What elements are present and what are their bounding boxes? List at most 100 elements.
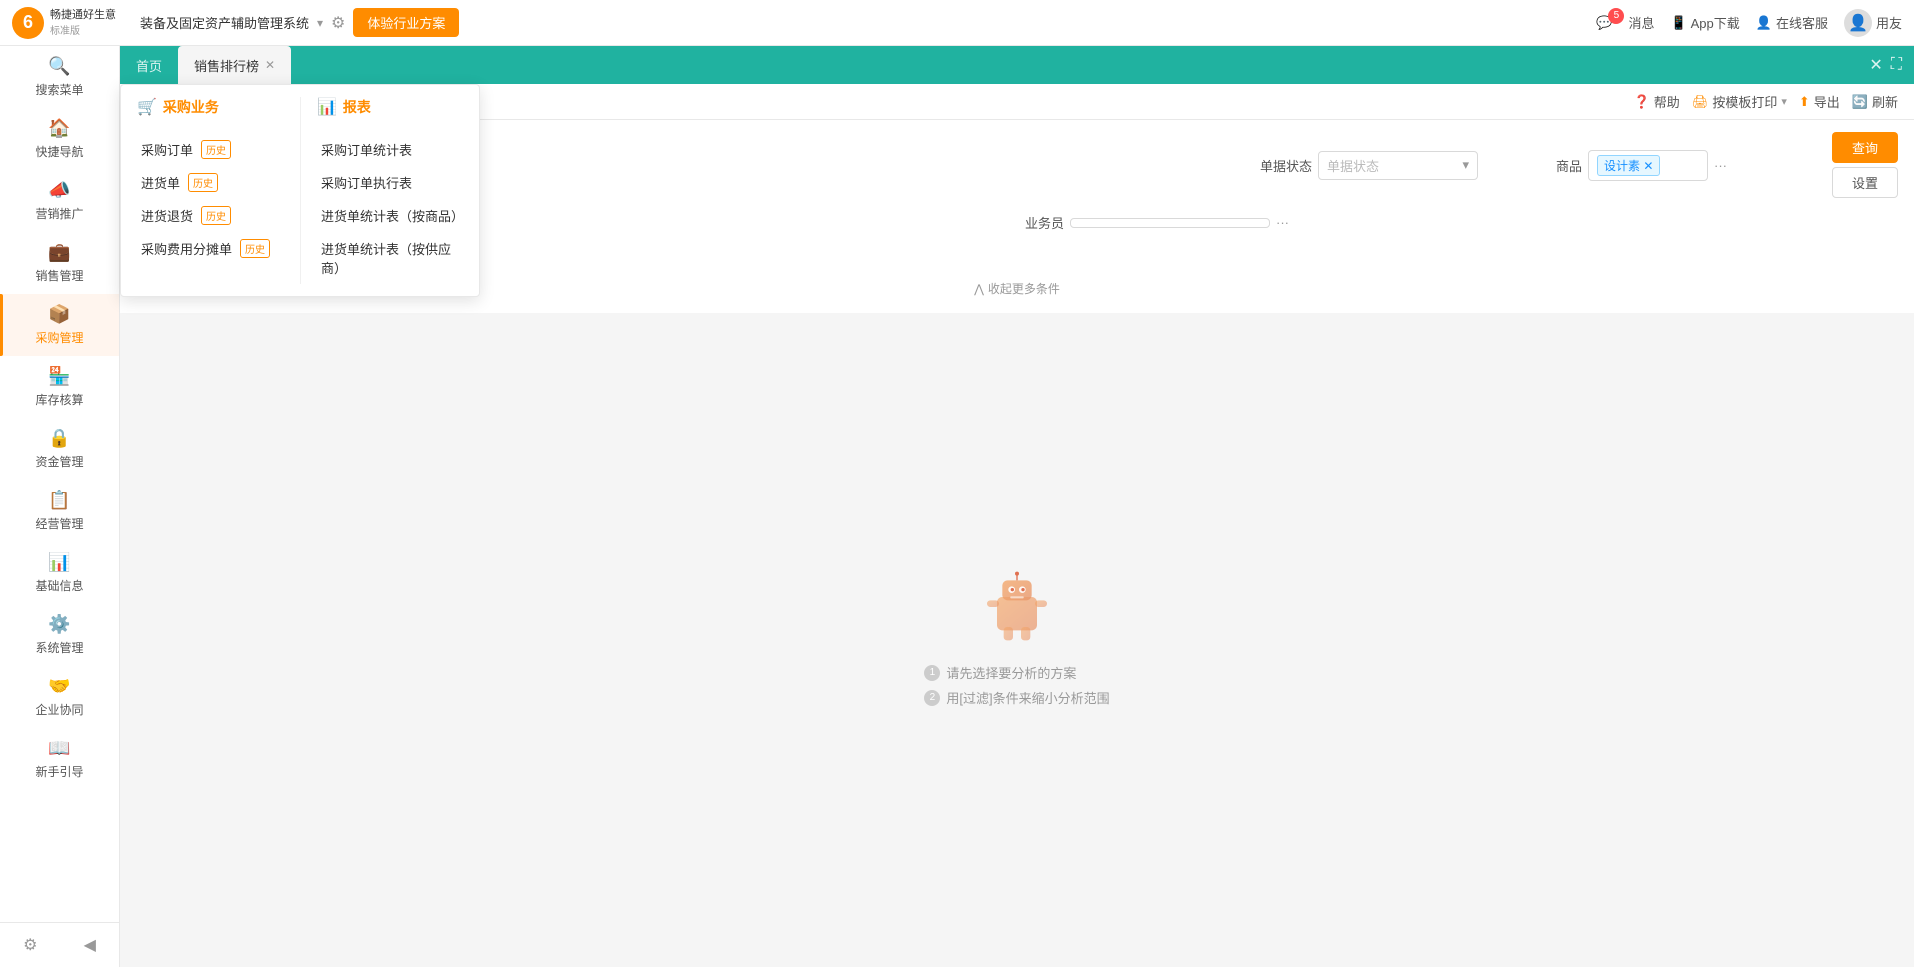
sidebar-item-inventory[interactable]: 🏪 库存核算: [0, 356, 119, 418]
header-right: 💬 5 消息 📱 App下载 👤 在线客服 👤 用友: [1596, 9, 1902, 37]
sidebar-item-basic[interactable]: 📊 基础信息: [0, 542, 119, 604]
sidebar-collapse-btn[interactable]: ◀: [76, 931, 104, 959]
purchase-expense-label: 采购费用分摊单: [141, 239, 232, 258]
sidebar-item-sales[interactable]: 💼 销售管理: [0, 232, 119, 294]
purchase-title-icon: 🛒: [137, 97, 157, 117]
empty-tip-2: 2 用[过滤]条件来缩小分析范围: [924, 688, 1109, 707]
app-download-btn[interactable]: 📱 App下载: [1670, 13, 1739, 32]
empty-illustration: [977, 567, 1057, 647]
tab-fullscreen-btn[interactable]: ⛶: [1891, 56, 1902, 74]
industry-button[interactable]: 体验行业方案: [353, 8, 459, 37]
menu-item-receipt-stats-goods[interactable]: 进货单统计表（按商品）: [317, 199, 463, 232]
tab-sales-rank[interactable]: 销售排行榜 ✕: [178, 46, 291, 84]
menu-item-order-exec[interactable]: 采购订单执行表: [317, 166, 463, 199]
search-icon: 🔍: [48, 56, 70, 77]
print-dropdown-icon[interactable]: ▾: [1781, 95, 1787, 108]
sidebar-item-enterprise[interactable]: 🤝 企业协同: [0, 666, 119, 728]
marketing-icon: 📣: [48, 180, 70, 201]
goods-select[interactable]: 设计素 ✕: [1588, 150, 1708, 181]
sidebar-label-enterprise: 企业协同: [35, 701, 83, 718]
user-btn[interactable]: 👤 用友: [1844, 9, 1902, 37]
home-icon: 🏠: [48, 118, 70, 139]
receipt-stats-goods-label: 进货单统计表（按商品）: [321, 206, 459, 225]
purchase-return-history-badge: 历史: [201, 206, 231, 225]
purchase-order-label: 采购订单: [141, 140, 193, 159]
help-label: 帮助: [1654, 92, 1680, 111]
logo-area: 6 畅捷通好生意 标准版: [12, 7, 132, 39]
goods-filter-group: 商品 设计素 ✕ ···: [1556, 150, 1816, 181]
sidebar-settings-btn[interactable]: ⚙: [15, 931, 45, 959]
print-btn[interactable]: 🖨 按模板打印 ▾: [1692, 92, 1787, 111]
set-button[interactable]: 设置: [1832, 167, 1898, 198]
sidebar-item-purchase[interactable]: 📦 采购管理: [0, 294, 119, 356]
tab-sales-rank-label: 销售排行榜: [194, 56, 259, 75]
menu-item-order-stats[interactable]: 采购订单统计表: [317, 133, 463, 166]
tip-num-1: 1: [924, 665, 940, 681]
export-btn[interactable]: ⬆ 导出: [1799, 92, 1840, 111]
goods-dots[interactable]: ···: [1714, 158, 1727, 173]
menu-item-purchase-expense[interactable]: 采购费用分摊单 历史: [137, 232, 284, 265]
tab-bar-right: ✕ ⛶: [1869, 55, 1914, 75]
online-service-btn[interactable]: 👤 在线客服: [1756, 13, 1828, 32]
purchase-receipt-history-badge: 历史: [188, 173, 218, 192]
empty-tip-1: 1 请先选择要分析的方案: [924, 663, 1109, 682]
purchase-column-title: 🛒 采购业务: [137, 97, 284, 121]
header-middle: 装备及固定资产辅助管理系统 ▾ ⚙ 体验行业方案: [132, 8, 1596, 37]
salesman-select[interactable]: [1070, 218, 1270, 228]
operation-icon: 📋: [48, 490, 70, 511]
inventory-icon: 🏪: [48, 366, 70, 387]
query-button[interactable]: 查询: [1832, 132, 1898, 163]
doc-status-select[interactable]: 单据状态 ▾: [1318, 151, 1478, 180]
sidebar-item-newbie[interactable]: 📖 新手引导: [0, 728, 119, 790]
purchase-expense-history-badge: 历史: [240, 239, 270, 258]
sidebar-label-search: 搜索菜单: [35, 81, 83, 98]
sidebar-item-marketing[interactable]: 📣 营销推广: [0, 170, 119, 232]
order-exec-label: 采购订单执行表: [321, 173, 412, 192]
export-label: 导出: [1814, 92, 1840, 111]
tab-bar: 首页 销售排行榜 ✕ ✕ ⛶: [120, 46, 1914, 84]
refresh-btn[interactable]: 🔄 刷新: [1852, 92, 1898, 111]
menu-item-purchase-receipt[interactable]: 进货单 历史: [137, 166, 284, 199]
sidebar-label-operation: 经营管理: [35, 515, 83, 532]
tab-home[interactable]: 首页: [120, 46, 178, 84]
sidebar-item-finance[interactable]: 🔒 资金管理: [0, 418, 119, 480]
tab-close-icon[interactable]: ✕: [265, 58, 275, 72]
report-column-title: 📊 报表: [317, 97, 463, 121]
message-btn[interactable]: 💬 5 消息: [1596, 13, 1654, 32]
system-name: 装备及固定资产辅助管理系统: [140, 13, 309, 32]
sidebar-label-marketing: 营销推广: [35, 205, 83, 222]
purchase-title-label: 采购业务: [163, 97, 219, 117]
menu-item-purchase-return[interactable]: 进货退货 历史: [137, 199, 284, 232]
sidebar-item-operation[interactable]: 📋 经营管理: [0, 480, 119, 542]
purchase-order-history-badge: 历史: [201, 140, 231, 159]
user-label: 用友: [1876, 13, 1902, 32]
logo-sub: 标准版: [50, 22, 116, 37]
purchase-business-column: 🛒 采购业务 采购订单 历史 进货单 历史 进货退货 历史 采购费用分摊单 历史: [121, 97, 300, 284]
logo-name: 畅捷通好生意: [50, 8, 116, 22]
salesman-dots[interactable]: ···: [1276, 215, 1289, 230]
sidebar-item-search[interactable]: 🔍 搜索菜单: [0, 46, 119, 108]
sidebar-label-quick: 快捷导航: [35, 143, 83, 160]
sidebar-item-quick[interactable]: 🏠 快捷导航: [0, 108, 119, 170]
enterprise-icon: 🤝: [48, 676, 70, 697]
system-dropdown-icon[interactable]: ▾: [317, 16, 323, 30]
sidebar-label-sales: 销售管理: [35, 267, 83, 284]
system-settings-icon[interactable]: ⚙: [331, 13, 345, 33]
menu-item-receipt-stats-supplier[interactable]: 进货单统计表（按供应商）: [317, 232, 463, 284]
menu-item-purchase-order[interactable]: 采购订单 历史: [137, 133, 284, 166]
order-stats-label: 采购订单统计表: [321, 140, 412, 159]
tab-close-btn[interactable]: ✕: [1869, 55, 1882, 75]
sidebar-label-basic: 基础信息: [35, 577, 83, 594]
report-title-icon: 📊: [317, 97, 337, 117]
sidebar-item-system[interactable]: ⚙️ 系统管理: [0, 604, 119, 666]
menu-columns: 🛒 采购业务 采购订单 历史 进货单 历史 进货退货 历史 采购费用分摊单 历史: [121, 97, 479, 284]
app-label: App下载: [1691, 13, 1740, 32]
help-btn[interactable]: ❓ 帮助: [1634, 92, 1680, 111]
message-badge: 5: [1608, 8, 1624, 24]
sidebar-bottom: ⚙ ◀: [0, 922, 119, 967]
tip-num-2: 2: [924, 690, 940, 706]
collapse-btn[interactable]: ⋀ 收起更多条件: [974, 276, 1060, 301]
purchase-return-label: 进货退货: [141, 206, 193, 225]
message-label: 消息: [1628, 13, 1654, 32]
doc-status-label: 单据状态: [1260, 156, 1312, 175]
